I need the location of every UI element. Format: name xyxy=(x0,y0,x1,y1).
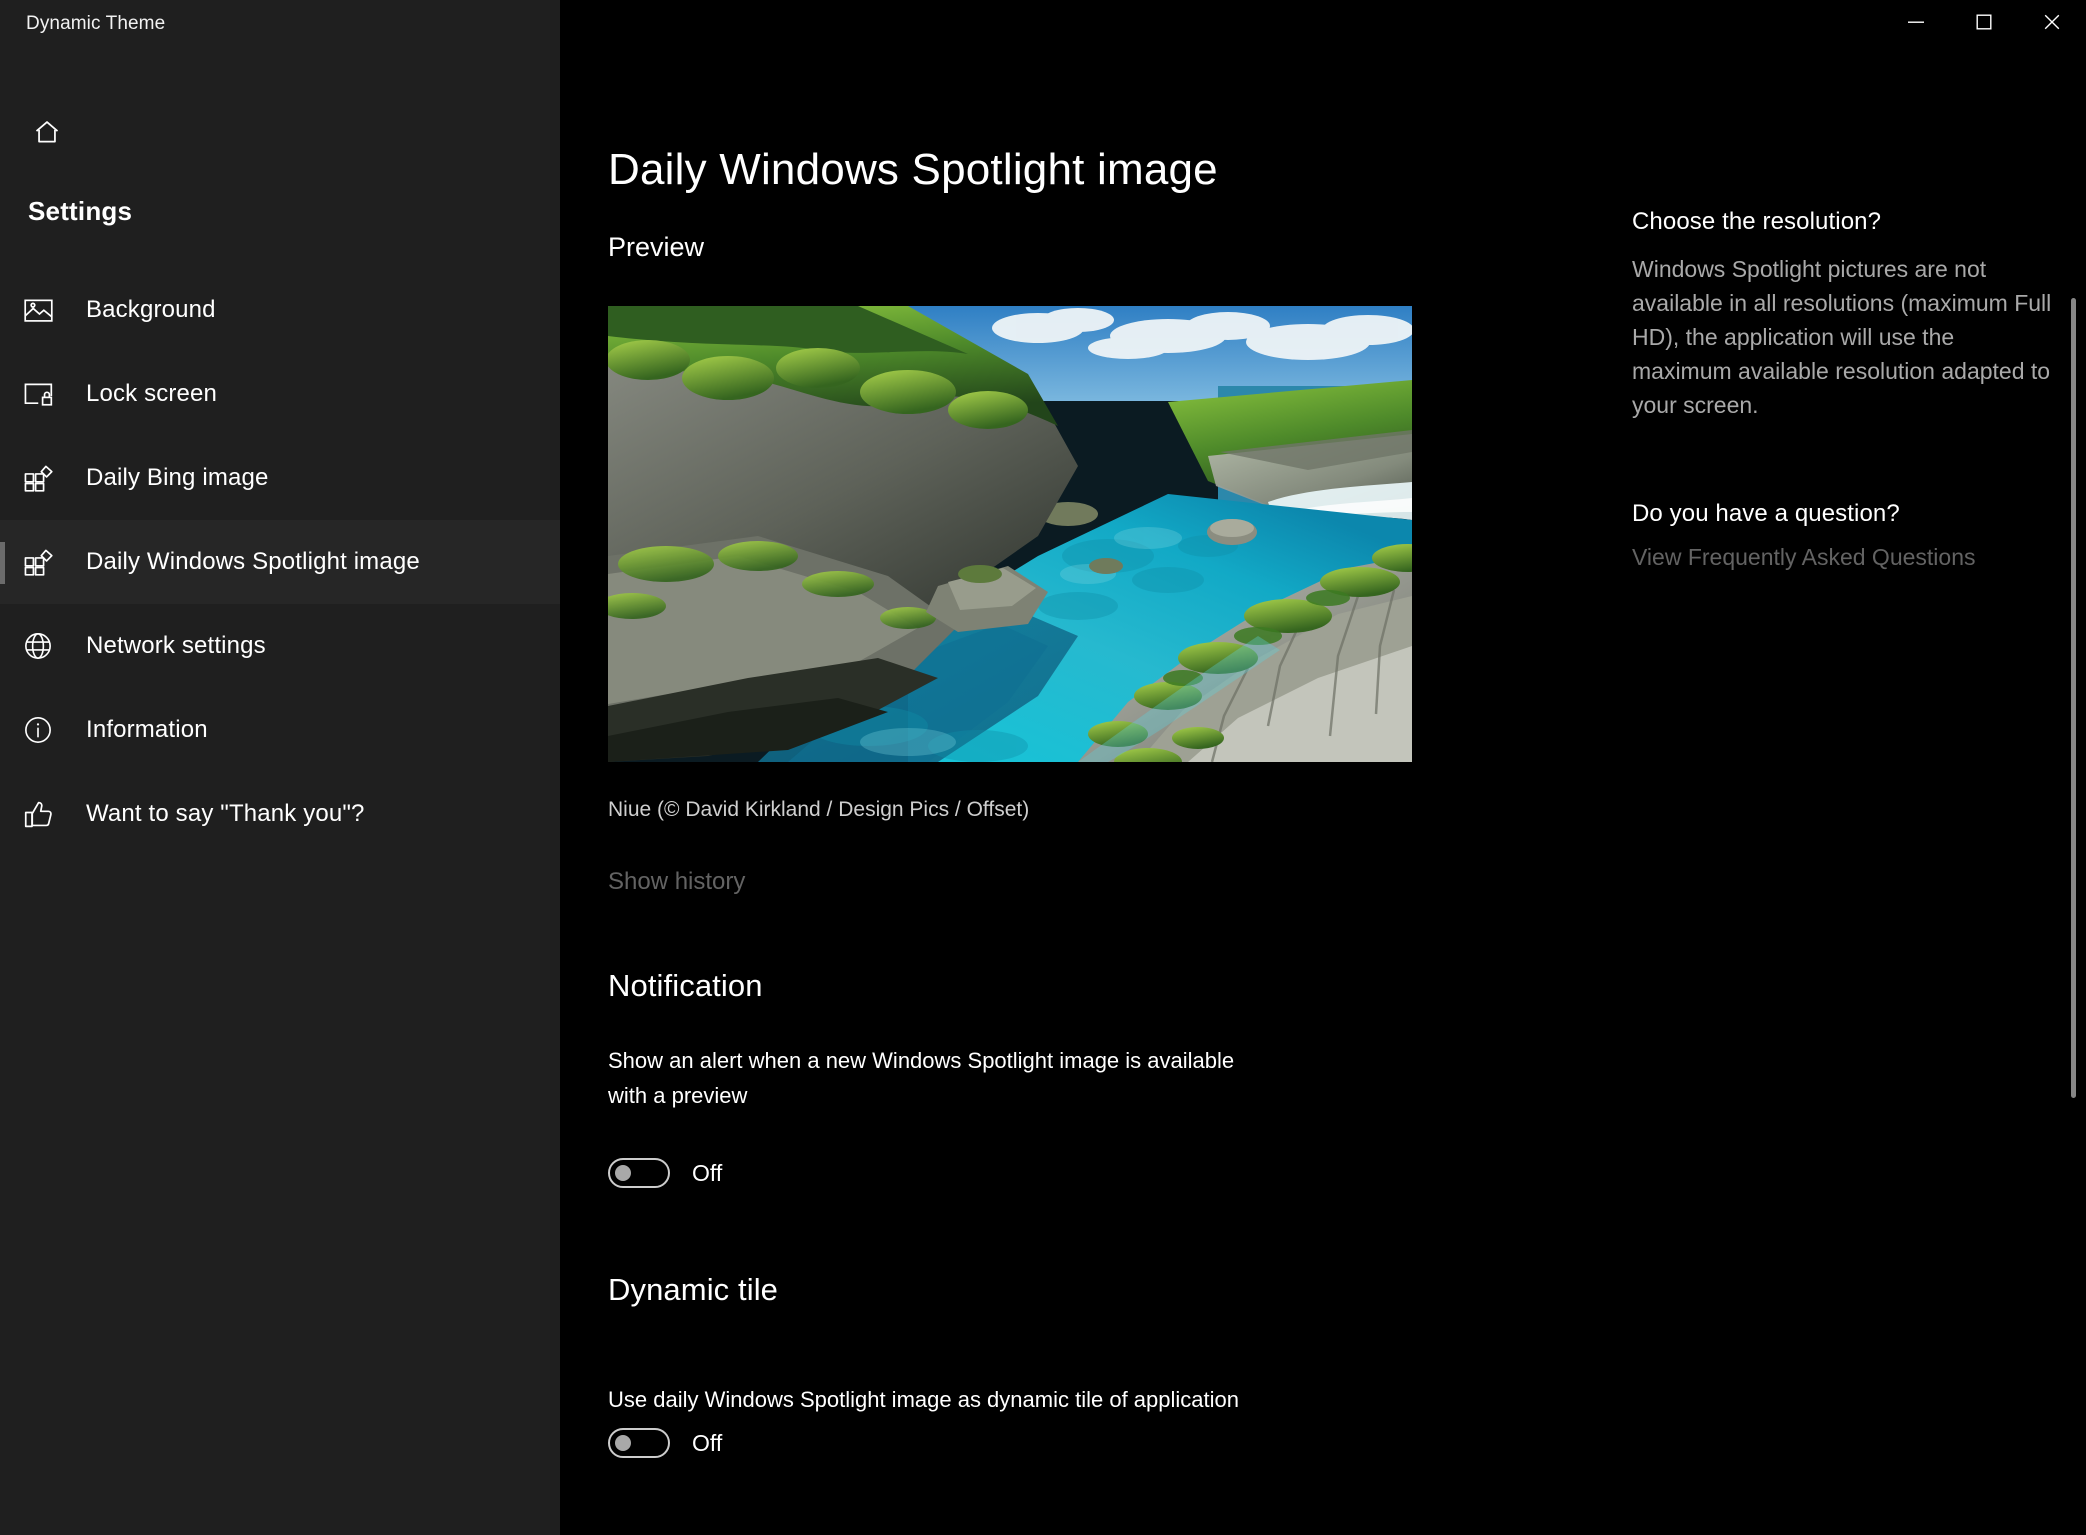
vertical-scrollbar[interactable] xyxy=(2068,48,2080,1535)
window-title: Dynamic Theme xyxy=(26,13,166,34)
preview-label: Preview xyxy=(608,232,705,262)
toggle-knob xyxy=(615,1165,631,1181)
lock-screen-icon xyxy=(24,372,70,416)
sidebar-item-background[interactable]: Background xyxy=(0,268,560,352)
notification-toggle-row: Off xyxy=(608,1158,722,1188)
sidebar-item-label: Network settings xyxy=(86,632,266,659)
maximize-icon xyxy=(1975,13,1993,36)
notification-toggle[interactable] xyxy=(608,1158,670,1188)
question-heading: Do you have a question? xyxy=(1632,500,1900,527)
panel-spacer xyxy=(1632,422,2052,500)
dynamic-tile-toggle[interactable] xyxy=(608,1428,670,1458)
image-caption: Niue (© David Kirkland / Design Pics / O… xyxy=(608,798,1030,821)
sidebar-item-daily-windows-spotlight-image[interactable]: Daily Windows Spotlight image xyxy=(0,520,560,604)
page-title: Daily Windows Spotlight image xyxy=(608,145,1218,194)
preview-illustration xyxy=(608,306,1412,762)
tile-icon xyxy=(24,456,70,500)
window-controls xyxy=(1882,0,2086,48)
minimize-button[interactable] xyxy=(1882,0,1950,48)
tile-icon xyxy=(24,540,70,584)
thumbs-up-icon xyxy=(24,792,70,836)
show-history-link[interactable]: Show history xyxy=(608,868,745,896)
info-circle-icon xyxy=(24,708,70,752)
close-icon xyxy=(2042,12,2062,37)
info-panel: Choose the resolution? Windows Spotlight… xyxy=(1632,208,2052,571)
sidebar-heading: Settings xyxy=(28,196,133,226)
sidebar: Dynamic Theme Settings Background Lock s… xyxy=(0,0,560,1535)
app-window: Dynamic Theme Settings Background Lock s… xyxy=(0,0,2086,1535)
notification-description: Show an alert when a new Windows Spotlig… xyxy=(608,1048,1235,1108)
sidebar-item-network-settings[interactable]: Network settings xyxy=(0,604,560,688)
faq-link[interactable]: View Frequently Asked Questions xyxy=(1632,544,2052,571)
picture-icon xyxy=(24,288,70,332)
notification-toggle-state: Off xyxy=(692,1159,723,1186)
globe-icon xyxy=(24,624,70,668)
sidebar-item-daily-bing-image[interactable]: Daily Bing image xyxy=(0,436,560,520)
sidebar-item-label: Daily Bing image xyxy=(86,464,269,491)
home-button[interactable] xyxy=(16,108,78,160)
scrollbar-thumb[interactable] xyxy=(2071,298,2076,1098)
selection-indicator xyxy=(0,542,5,584)
sidebar-item-label: Want to say "Thank you"? xyxy=(86,800,365,827)
dynamic-tile-description: Use daily Windows Spotlight image as dyn… xyxy=(608,1387,1239,1412)
sidebar-item-lock-screen[interactable]: Lock screen xyxy=(0,352,560,436)
toggle-knob xyxy=(615,1435,631,1451)
spotlight-preview-image[interactable] xyxy=(608,306,1412,762)
sidebar-item-label: Lock screen xyxy=(86,380,218,407)
resolution-heading: Choose the resolution? xyxy=(1632,208,1882,235)
sidebar-nav: Background Lock screen Daily Bing image … xyxy=(0,268,560,856)
dynamic-tile-toggle-state: Off xyxy=(692,1429,723,1456)
dynamic-tile-toggle-row: Off xyxy=(608,1428,722,1458)
sidebar-item-label: Information xyxy=(86,716,208,743)
dynamic-tile-section-title: Dynamic tile xyxy=(608,1272,779,1307)
minimize-icon xyxy=(1905,15,1927,33)
notification-section-title: Notification xyxy=(608,968,763,1003)
sidebar-item-thank-you[interactable]: Want to say "Thank you"? xyxy=(0,772,560,856)
sidebar-item-information[interactable]: Information xyxy=(0,688,560,772)
sidebar-item-label: Daily Windows Spotlight image xyxy=(86,548,420,575)
resolution-body: Windows Spotlight pictures are not avail… xyxy=(1632,256,2052,418)
main-content: Daily Windows Spotlight image Preview Ni… xyxy=(560,0,2086,1535)
close-button[interactable] xyxy=(2018,0,2086,48)
sidebar-item-label: Background xyxy=(86,296,216,323)
maximize-button[interactable] xyxy=(1950,0,2018,48)
home-icon xyxy=(32,118,62,151)
